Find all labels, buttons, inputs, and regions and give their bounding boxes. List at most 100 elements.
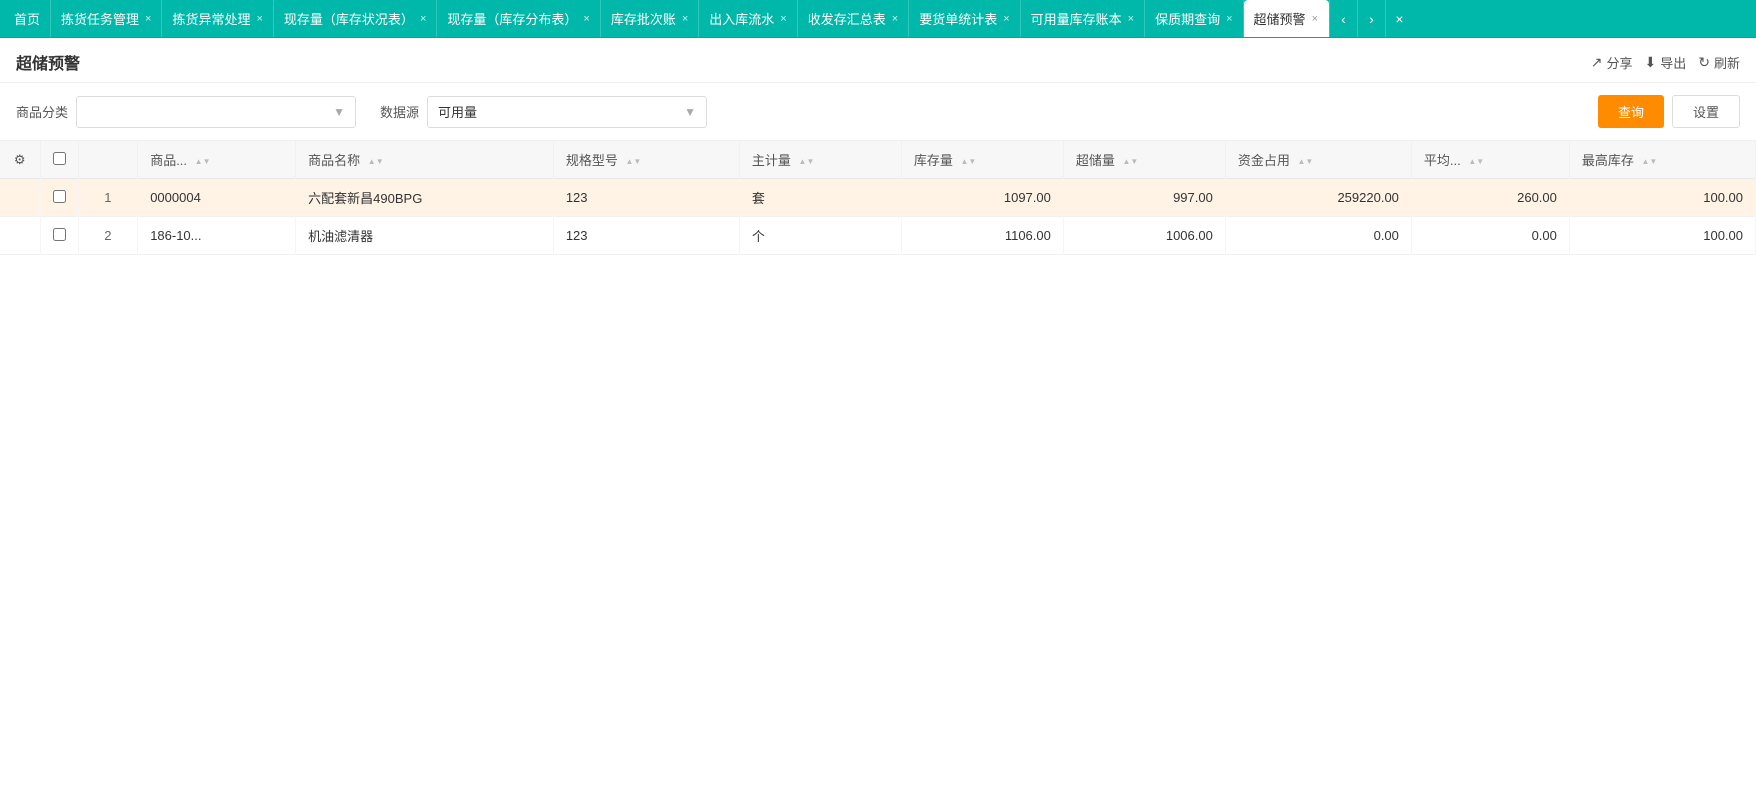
nav-tab-inventory-batch[interactable]: 库存批次账 × — [601, 0, 699, 37]
close-tab-in-out-flow[interactable]: × — [780, 13, 786, 25]
sort-avg-icon[interactable]: ▲▼ — [1468, 158, 1484, 166]
refresh-icon: ↻ — [1698, 54, 1710, 71]
refresh-button[interactable]: ↻ 刷新 — [1698, 53, 1740, 72]
nav-tab-inventory-status[interactable]: 现存量（库存状况表） × — [274, 0, 437, 37]
nav-tab-exception-proc-label: 拣货异常处理 — [172, 9, 250, 28]
header-actions: ↗ 分享 ⬇ 导出 ↻ 刷新 — [1591, 53, 1740, 72]
column-gear[interactable]: ⚙ — [0, 141, 40, 179]
close-tab-order-stats[interactable]: × — [1003, 13, 1009, 25]
nav-tab-order-stats[interactable]: 要货单统计表 × — [909, 0, 1020, 37]
nav-tab-quality-period[interactable]: 保质期查询 × — [1145, 0, 1243, 37]
sort-capital-occupied-icon[interactable]: ▲▼ — [1297, 158, 1313, 166]
close-tab-quality-period[interactable]: × — [1226, 13, 1232, 25]
close-tab-inventory-status[interactable]: × — [420, 13, 426, 25]
row-gear-cell — [0, 179, 40, 217]
sort-product-name-icon[interactable]: ▲▼ — [368, 158, 384, 166]
nav-tab-exception-proc[interactable]: 拣货异常处理 × — [162, 0, 273, 37]
row-num-cell: 1 — [78, 179, 138, 217]
nav-tab-inventory-dist-label: 现存量（库存分布表） — [447, 9, 577, 28]
column-avg[interactable]: 平均... ▲▼ — [1411, 141, 1569, 179]
product-category-arrow-icon: ▼ — [333, 105, 345, 119]
column-inventory[interactable]: 库存量 ▲▼ — [901, 141, 1063, 179]
table-row: 1 0000004 六配套新昌490BPG 123 套 1097.00 997.… — [0, 179, 1756, 217]
column-spec-model[interactable]: 规格型号 ▲▼ — [553, 141, 739, 179]
close-tab-inventory-batch[interactable]: × — [682, 13, 688, 25]
page-title: 超储预警 — [16, 50, 80, 74]
row-overstock: 1006.00 — [1063, 217, 1225, 255]
nav-arrow-close[interactable]: × — [1385, 0, 1413, 37]
share-label: 分享 — [1606, 53, 1632, 72]
row-num-cell: 2 — [78, 217, 138, 255]
data-source-value: 可用量 — [438, 102, 477, 121]
close-tab-available-inventory[interactable]: × — [1128, 13, 1134, 25]
share-button[interactable]: ↗ 分享 — [1591, 53, 1633, 72]
column-spec-model-label: 规格型号 — [566, 153, 618, 168]
row-checkbox-0[interactable] — [53, 190, 66, 203]
close-tab-inventory-dist[interactable]: × — [583, 13, 589, 25]
nav-tab-available-inventory[interactable]: 可用量库存账本 × — [1021, 0, 1145, 37]
sort-overstock-icon[interactable]: ▲▼ — [1123, 158, 1139, 166]
table-container: ⚙ 商品... ▲▼ 商品名称 ▲▼ 规格型号 ▲▼ — [0, 141, 1756, 255]
query-button[interactable]: 查询 — [1598, 95, 1664, 128]
row-check-cell[interactable] — [40, 179, 78, 217]
row-product-name: 机油滤清器 — [296, 217, 554, 255]
nav-tab-inventory-status-label: 现存量（库存状况表） — [284, 9, 414, 28]
data-source-label: 数据源 — [380, 102, 419, 121]
nav-tab-overstock-warning-label: 超储预警 — [1254, 9, 1306, 28]
filter-area: 商品分类 ▼ 数据源 可用量 ▼ 查询 设置 — [0, 83, 1756, 141]
column-product-code[interactable]: 商品... ▲▼ — [138, 141, 296, 179]
select-all-checkbox[interactable] — [53, 152, 66, 165]
nav-tab-available-inventory-label: 可用量库存账本 — [1031, 9, 1122, 28]
nav-tab-order-stats-label: 要货单统计表 — [919, 9, 997, 28]
nav-tab-inventory-dist[interactable]: 现存量（库存分布表） × — [437, 0, 600, 37]
table-header-row: ⚙ 商品... ▲▼ 商品名称 ▲▼ 规格型号 ▲▼ — [0, 141, 1756, 179]
nav-tab-in-out-flow[interactable]: 出入库流水 × — [699, 0, 797, 37]
row-inventory: 1106.00 — [901, 217, 1063, 255]
column-capital-occupied[interactable]: 资金占用 ▲▼ — [1225, 141, 1411, 179]
export-label: 导出 — [1660, 53, 1686, 72]
sort-spec-model-icon[interactable]: ▲▼ — [625, 158, 641, 166]
row-max-inventory: 100.00 — [1569, 179, 1755, 217]
close-tab-recv-send-summary[interactable]: × — [892, 13, 898, 25]
product-category-select[interactable]: ▼ — [76, 96, 356, 128]
sort-max-inventory-icon[interactable]: ▲▼ — [1642, 158, 1658, 166]
row-checkbox-1[interactable] — [53, 228, 66, 241]
column-product-name-label: 商品名称 — [308, 153, 360, 168]
nav-arrow-left[interactable]: ‹ — [1329, 0, 1357, 37]
row-max-inventory: 100.00 — [1569, 217, 1755, 255]
data-source-arrow-icon: ▼ — [684, 105, 696, 119]
settings-button[interactable]: 设置 — [1672, 95, 1740, 128]
data-source-select[interactable]: 可用量 ▼ — [427, 96, 707, 128]
sort-inventory-icon[interactable]: ▲▼ — [961, 158, 977, 166]
row-avg: 260.00 — [1411, 179, 1569, 217]
nav-tab-recv-send-summary[interactable]: 收发存汇总表 × — [798, 0, 909, 37]
top-navigation: 首页 拣货任务管理 × 拣货异常处理 × 现存量（库存状况表） × 现存量（库存… — [0, 0, 1756, 38]
export-button[interactable]: ⬇ 导出 — [1645, 53, 1687, 72]
export-icon: ⬇ — [1645, 54, 1657, 71]
row-avg: 0.00 — [1411, 217, 1569, 255]
close-tab-task-mgmt[interactable]: × — [145, 13, 151, 25]
nav-tab-home[interactable]: 首页 — [4, 0, 51, 37]
column-avg-label: 平均... — [1424, 153, 1461, 168]
column-main-unit-label: 主计量 — [752, 153, 791, 168]
close-tab-exception-proc[interactable]: × — [256, 13, 262, 25]
product-category-filter-group: 商品分类 ▼ — [16, 96, 356, 128]
product-category-label: 商品分类 — [16, 102, 68, 121]
row-inventory: 1097.00 — [901, 179, 1063, 217]
sort-product-code-icon[interactable]: ▲▼ — [195, 158, 211, 166]
column-max-inventory[interactable]: 最高库存 ▲▼ — [1569, 141, 1755, 179]
column-overstock[interactable]: 超储量 ▲▼ — [1063, 141, 1225, 179]
nav-arrow-right[interactable]: › — [1357, 0, 1385, 37]
nav-tab-recv-send-summary-label: 收发存汇总表 — [808, 9, 886, 28]
column-product-name[interactable]: 商品名称 ▲▼ — [296, 141, 554, 179]
row-spec-model: 123 — [553, 179, 739, 217]
nav-tab-task-mgmt[interactable]: 拣货任务管理 × — [51, 0, 162, 37]
column-inventory-label: 库存量 — [914, 153, 953, 168]
column-capital-occupied-label: 资金占用 — [1238, 153, 1290, 168]
column-main-unit[interactable]: 主计量 ▲▼ — [739, 141, 901, 179]
sort-main-unit-icon[interactable]: ▲▼ — [799, 158, 815, 166]
row-check-cell[interactable] — [40, 217, 78, 255]
close-tab-overstock-warning[interactable]: × — [1312, 13, 1318, 25]
nav-tab-overstock-warning[interactable]: 超储预警 × — [1244, 0, 1329, 37]
column-max-inventory-label: 最高库存 — [1582, 153, 1634, 168]
